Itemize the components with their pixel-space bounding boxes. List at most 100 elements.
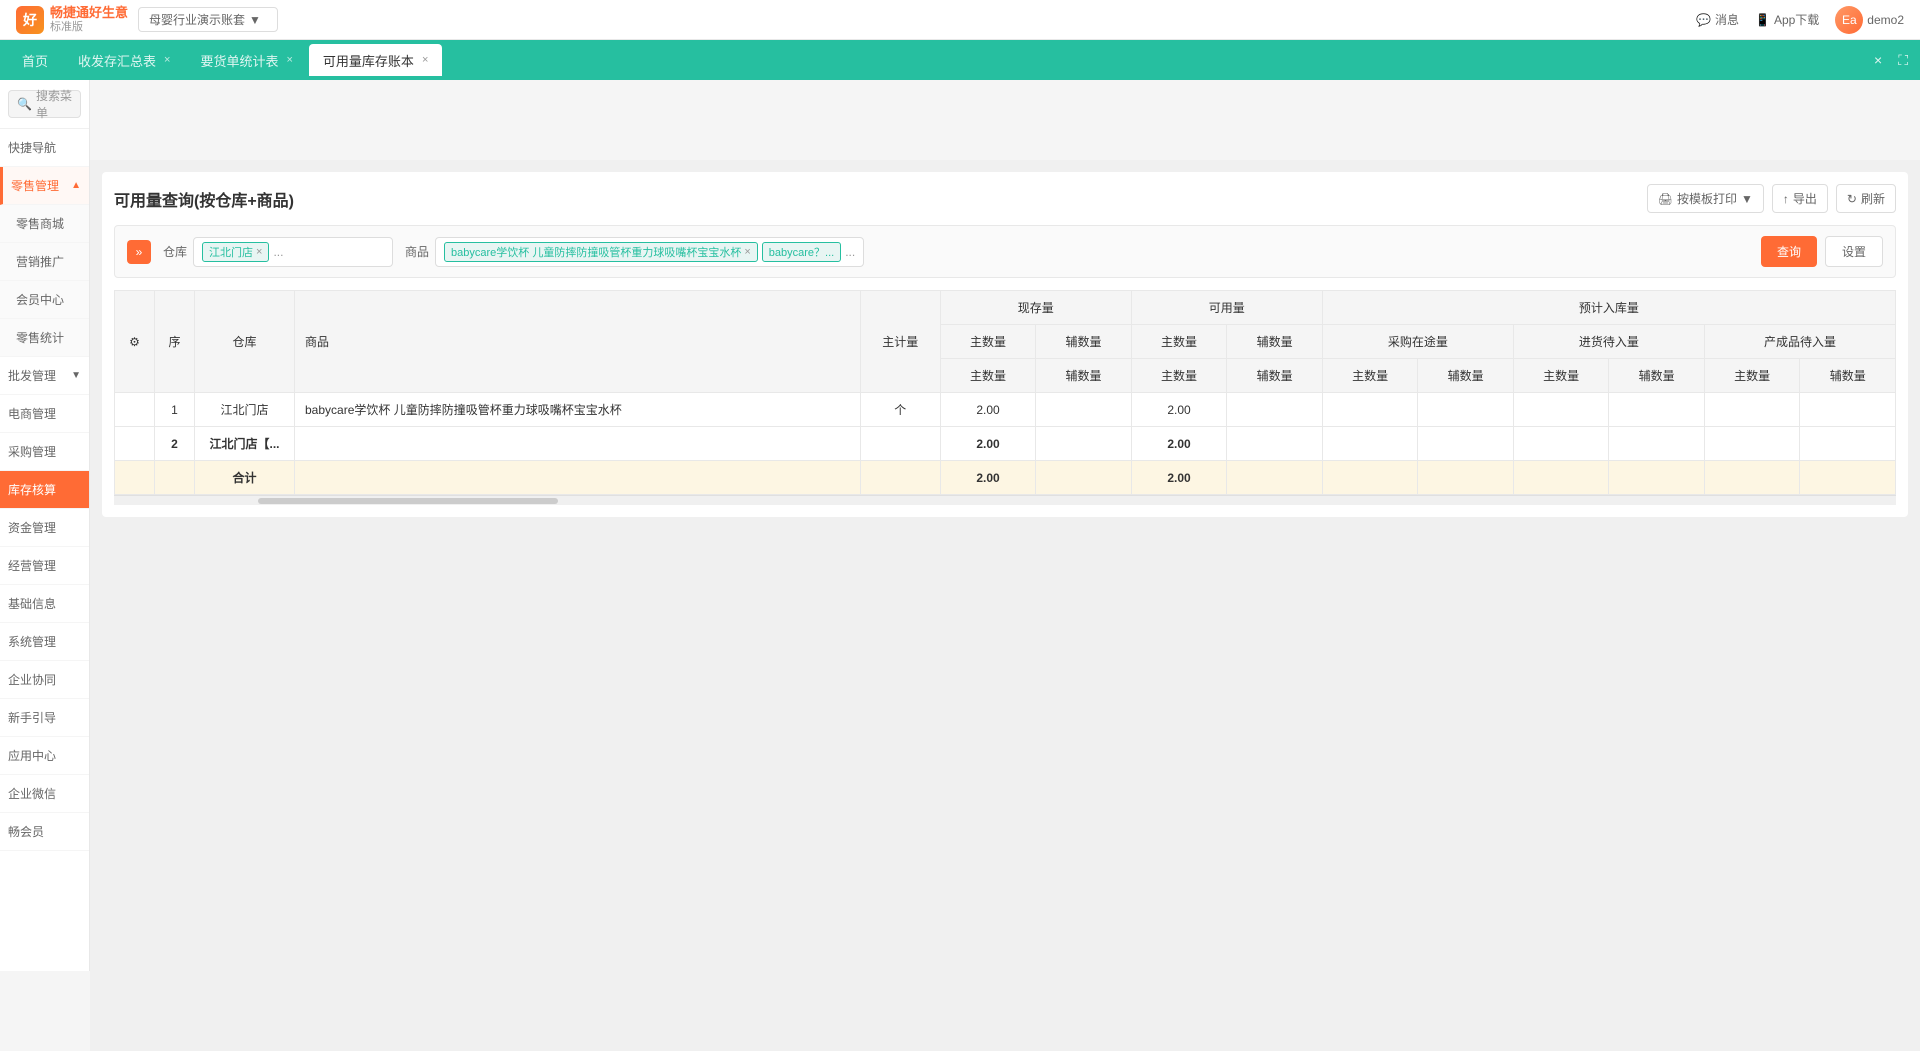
tab-home[interactable]: 首页: [8, 44, 62, 76]
sidebar-item-marketing[interactable]: 营销推广: [0, 243, 89, 281]
sidebar-item-wecom[interactable]: 企业微信: [0, 775, 89, 813]
main-content: 可用量查询(按仓库+商品) 🖨 按模板打印 ▼ ↑ 导出 ↻ 刷新: [90, 160, 1920, 1051]
warehouse-input[interactable]: 江北门店 × ...: [193, 237, 393, 267]
inventory-table: ⚙ 序 仓库 商品 主计量 现存量 可用量 预计入库量 主数量 辅数量 主数量: [114, 290, 1896, 495]
top-bar: 好 畅捷通好生意 标准版 母婴行业演示账套 ▼ 💬 消息 📱 App下载 Ea …: [0, 0, 1920, 40]
sidebar-item-enterprise[interactable]: 企业协同: [0, 661, 89, 699]
tab-order-stats[interactable]: 要货单统计表 ×: [186, 44, 306, 76]
tab-income-summary[interactable]: 收发存汇总表 ×: [64, 44, 184, 76]
product-more[interactable]: ...: [845, 245, 855, 259]
table-footer-row: 合计 2.00 2.00: [115, 461, 1896, 495]
retail-arrow: ▲: [71, 180, 81, 191]
product-input[interactable]: babycare学饮杯 儿童防摔防撞吸管杯重力球吸嘴杯宝宝水杯 × babyca…: [435, 237, 864, 267]
sidebar-item-wholesale[interactable]: 批发管理 ▼: [0, 357, 89, 395]
footer-pp-main: [1704, 461, 1800, 495]
sidebar-item-ecommerce[interactable]: 电商管理: [0, 395, 89, 433]
table-row[interactable]: 2 江北门店【... 2.00 2.00: [115, 427, 1896, 461]
row2-avail-aux: [1227, 427, 1323, 461]
tab-income-summary-close[interactable]: ×: [164, 54, 170, 66]
search-menu-btn[interactable]: 🔍 搜索菜单: [8, 90, 81, 118]
sidebar-item-retail-stats[interactable]: 零售统计: [0, 319, 89, 357]
template-print-btn[interactable]: 🖨 按模板打印 ▼: [1647, 184, 1764, 213]
row1-current-main: 2.00: [940, 393, 1036, 427]
row2-product: [295, 427, 861, 461]
th-current-main: 主数量: [940, 325, 1036, 359]
warehouse-tag-remove[interactable]: ×: [256, 246, 262, 258]
sidebar: 🔍 搜索菜单 快捷导航 零售管理 ▲ 零售商城 营销推广 会员中心 零售统计 批…: [0, 80, 90, 971]
table-wrapper: ⚙ 序 仓库 商品 主计量 现存量 可用量 预计入库量 主数量 辅数量 主数量: [114, 290, 1896, 495]
refresh-btn[interactable]: ↻ 刷新: [1836, 184, 1896, 213]
row2-ig-aux: [1609, 427, 1705, 461]
sidebar-item-finance[interactable]: 资金管理: [0, 509, 89, 547]
app-download-btn[interactable]: 📱 App下载: [1755, 11, 1819, 28]
message-icon: 💬: [1696, 13, 1711, 27]
user-profile[interactable]: Ea demo2: [1835, 6, 1904, 34]
product-filter-label: 商品: [405, 243, 429, 260]
footer-current-aux: [1036, 461, 1132, 495]
table-row[interactable]: 1 江北门店 babycare学饮杯 儿童防摔防撞吸管杯重力球吸嘴杯宝宝水杯 个…: [115, 393, 1896, 427]
footer-pit-main: [1322, 461, 1418, 495]
vip-label: 畅会员: [8, 823, 44, 840]
logo-text: 畅捷通好生意 标准版: [50, 5, 128, 34]
sidebar-item-app-center[interactable]: 应用中心: [0, 737, 89, 775]
settings-btn[interactable]: 设置: [1825, 236, 1883, 267]
sidebar-item-guide[interactable]: 新手引导: [0, 699, 89, 737]
filter-area: » 仓库 江北门店 × ... 商品 babycare学饮杯 儿童防摔防撞吸管杯…: [114, 225, 1896, 278]
settings-icon[interactable]: ⚙: [129, 335, 140, 349]
scrollbar-thumb[interactable]: [258, 498, 558, 504]
sidebar-item-basic[interactable]: 基础信息: [0, 585, 89, 623]
row2-pit-aux: [1418, 427, 1514, 461]
tab-bar-right: × ⛶: [1870, 48, 1912, 73]
export-btn[interactable]: ↑ 导出: [1772, 184, 1828, 213]
sidebar-item-quick-nav[interactable]: 快捷导航: [0, 129, 89, 167]
chevron-down-icon: ▼: [249, 13, 261, 27]
tab-order-stats-close[interactable]: ×: [286, 54, 292, 66]
query-btn[interactable]: 查询: [1761, 236, 1817, 267]
row1-ig-aux: [1609, 393, 1705, 427]
footer-product: [295, 461, 861, 495]
tab-available-stock[interactable]: 可用量库存账本 ×: [309, 44, 442, 76]
row2-warehouse: 江北门店【...: [195, 427, 295, 461]
page-title: 可用量查询(按仓库+商品): [114, 187, 294, 211]
filter-actions: 查询 设置: [1761, 236, 1883, 267]
industry-label: 母婴行业演示账套: [149, 11, 245, 28]
ecommerce-label: 电商管理: [8, 405, 56, 422]
row2-unit: [860, 427, 940, 461]
fullscreen-btn[interactable]: ⛶: [1894, 48, 1912, 73]
marketing-label: 营销推广: [16, 253, 64, 270]
retail-mall-label: 零售商城: [16, 215, 64, 232]
row1-pit-aux: [1418, 393, 1514, 427]
industry-selector[interactable]: 母婴行业演示账套 ▼: [138, 7, 278, 32]
footer-avail-aux: [1227, 461, 1323, 495]
row2-avail-main: 2.00: [1131, 427, 1227, 461]
product-tag-1-remove[interactable]: ×: [744, 246, 750, 258]
th-warehouse: 仓库: [195, 291, 295, 393]
sidebar-item-retail-mall[interactable]: 零售商城: [0, 205, 89, 243]
logo-main: 畅捷通好生意: [50, 5, 128, 21]
sidebar-item-vip[interactable]: 畅会员: [0, 813, 89, 851]
app-download-label: App下载: [1774, 11, 1819, 28]
sidebar-item-system[interactable]: 系统管理: [0, 623, 89, 661]
sidebar-item-member[interactable]: 会员中心: [0, 281, 89, 319]
th-ig-main: 主数量: [1513, 359, 1609, 393]
th-expected-in: 预计入库量: [1322, 291, 1895, 325]
export-icon: ↑: [1783, 192, 1789, 206]
close-all-btn[interactable]: ×: [1870, 48, 1886, 72]
filter-expand-btn[interactable]: »: [127, 240, 151, 264]
th-purchase-transit: 采购在途量: [1322, 325, 1513, 359]
th-pit-main: 主数量: [1322, 359, 1418, 393]
warehouse-more[interactable]: ...: [273, 245, 283, 259]
sidebar-item-operation[interactable]: 经营管理: [0, 547, 89, 585]
logo-icon: 好: [16, 6, 44, 34]
row1-no: 1: [155, 393, 195, 427]
sidebar-item-retail[interactable]: 零售管理 ▲: [0, 167, 89, 205]
sidebar-item-purchase[interactable]: 采购管理: [0, 433, 89, 471]
message-btn[interactable]: 💬 消息: [1696, 11, 1739, 28]
sidebar-item-inventory[interactable]: 库存核算: [0, 471, 89, 509]
footer-label: 合计: [195, 461, 295, 495]
user-avatar: Ea: [1835, 6, 1863, 34]
th-av-aux2: 辅数量: [1227, 359, 1323, 393]
tab-available-stock-close[interactable]: ×: [422, 54, 428, 66]
wholesale-arrow: ▼: [71, 370, 81, 381]
product-tag-2-value: babycare？...: [769, 244, 834, 260]
